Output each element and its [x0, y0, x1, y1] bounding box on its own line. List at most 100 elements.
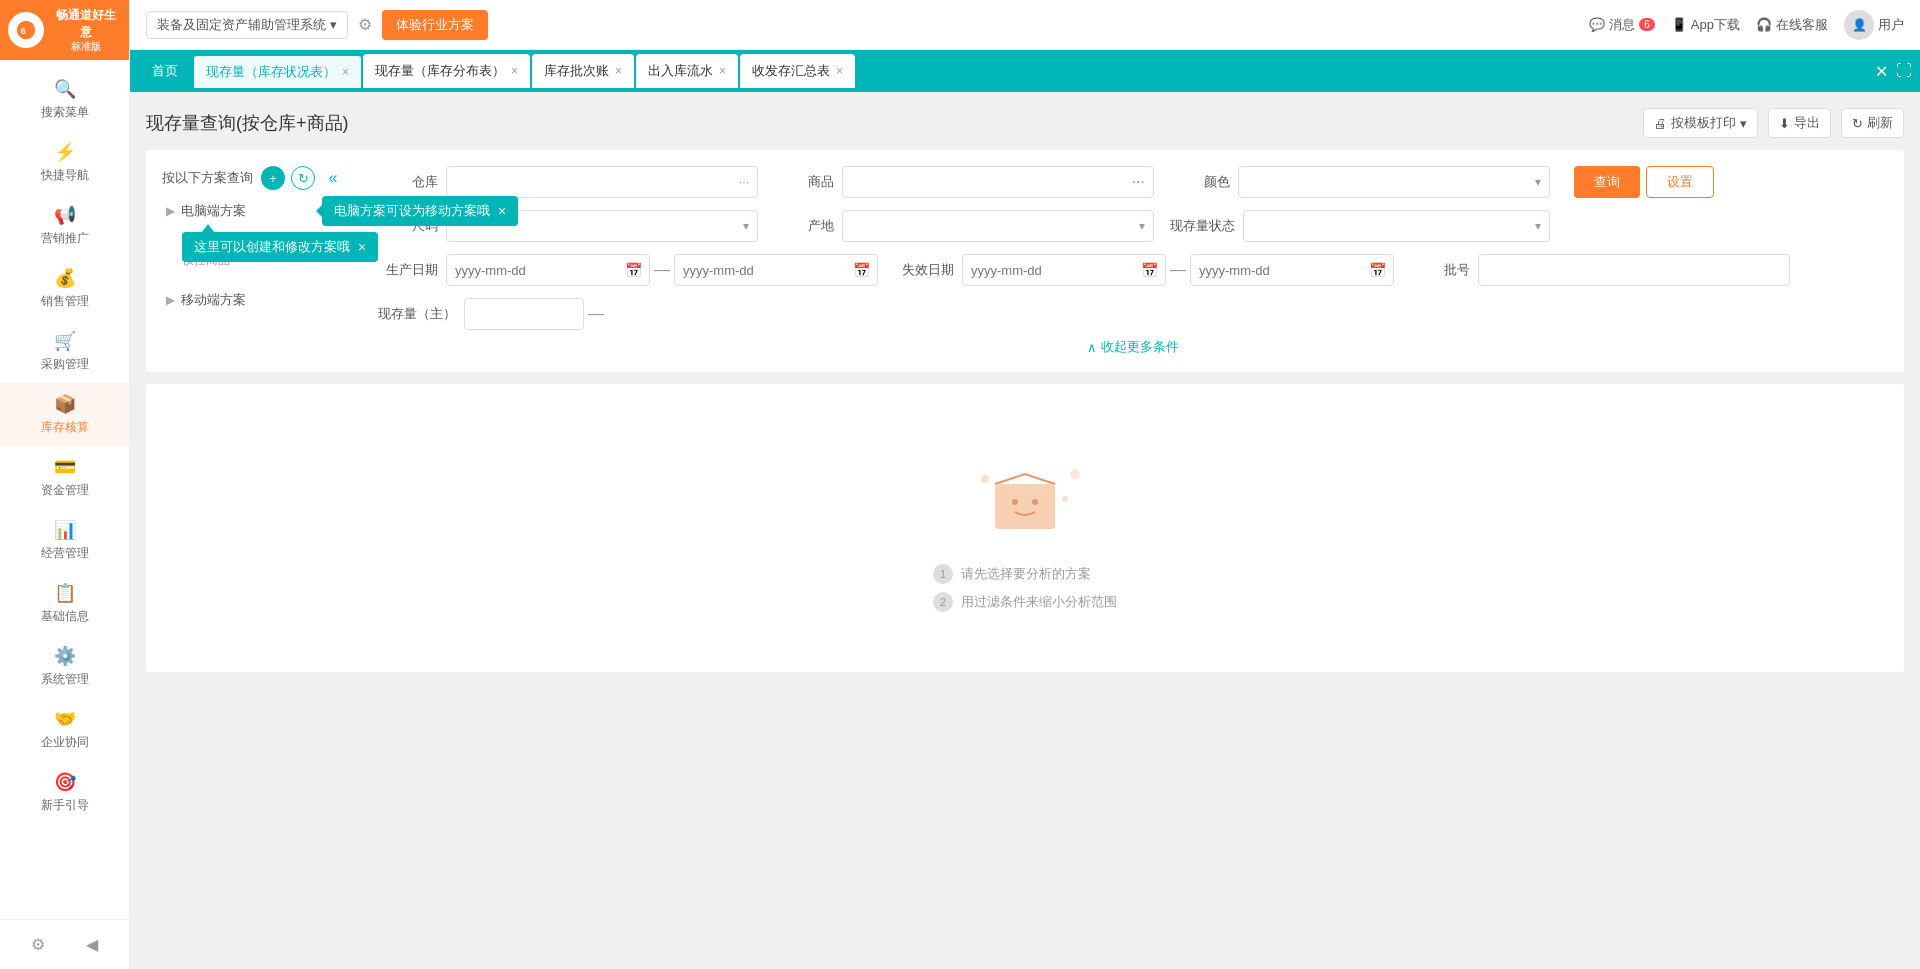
- sidebar-item-quick-nav[interactable]: ⚡ 快捷导航: [0, 131, 129, 194]
- goods-field: 商品 ···: [774, 166, 1154, 198]
- system-icon: ⚙️: [54, 645, 76, 667]
- sidebar-item-purchase[interactable]: 🛒 采购管理: [0, 320, 129, 383]
- goods-select[interactable]: ···: [842, 166, 1154, 198]
- online-service-item[interactable]: 🎧 在线客服: [1756, 16, 1828, 34]
- sales-icon: 💰: [54, 267, 76, 289]
- tab-collect-dist-close[interactable]: ×: [836, 64, 843, 78]
- sidebar-collapse-btn[interactable]: ◀: [86, 935, 98, 954]
- message-icon: 💬: [1589, 17, 1605, 32]
- pc-tooltip-close[interactable]: ×: [498, 203, 506, 219]
- sidebar-item-search[interactable]: 🔍 搜索菜单: [0, 68, 129, 131]
- tab-home[interactable]: 首页: [138, 56, 192, 86]
- sidebar-item-operations[interactable]: 📊 经营管理: [0, 509, 129, 572]
- tab-inventory-dist[interactable]: 现存量（库存分布表） ×: [363, 54, 530, 88]
- tab-bar: 首页 现存量（库存状况表） × 现存量（库存分布表） × 库存批次账 × 出入库…: [130, 50, 1920, 92]
- sidebar-item-guide[interactable]: 🎯 新手引导: [0, 761, 129, 824]
- tab-batch-ledger[interactable]: 库存批次账 ×: [532, 54, 634, 88]
- tab-inventory-dist-close[interactable]: ×: [511, 64, 518, 78]
- sidebar-settings-btn[interactable]: ⚙: [31, 935, 45, 954]
- messages-badge: 6: [1639, 18, 1655, 31]
- sidebar-item-finance[interactable]: 💳 资金管理: [0, 446, 129, 509]
- tab-bar-close-icon[interactable]: ✕: [1875, 62, 1888, 81]
- sidebar-item-sales[interactable]: 💰 销售管理: [0, 257, 129, 320]
- query-btn[interactable]: 查询: [1574, 166, 1640, 198]
- tab-in-out-flow-close[interactable]: ×: [719, 64, 726, 78]
- expire-date-to-input[interactable]: [1190, 254, 1394, 286]
- tab-in-out-flow-label: 出入库流水: [648, 62, 713, 80]
- prod-date-from-input[interactable]: [446, 254, 650, 286]
- batch-input[interactable]: [1478, 254, 1790, 286]
- operations-icon: 📊: [54, 519, 76, 541]
- print-icon: 🖨: [1654, 116, 1667, 131]
- collapse-icon: ∧: [1087, 340, 1097, 355]
- expire-date-from-icon[interactable]: 📅: [1141, 262, 1158, 278]
- stock-status-select[interactable]: ▾: [1243, 210, 1550, 242]
- back-scheme-btn[interactable]: «: [321, 166, 345, 190]
- pc-scheme-label: 电脑端方案: [181, 202, 246, 220]
- sidebar-item-enterprise[interactable]: 🤝 企业协同: [0, 698, 129, 761]
- edit-tooltip-container: 这里可以创建和修改方案哦 ×: [182, 232, 378, 262]
- sidebar-item-marketing[interactable]: 📢 营销推广: [0, 194, 129, 257]
- phone-icon: 📱: [1671, 17, 1687, 32]
- batch-label: 批号: [1410, 261, 1470, 279]
- prod-date-to-icon[interactable]: 📅: [853, 262, 870, 278]
- add-scheme-btn[interactable]: +: [261, 166, 285, 190]
- tab-inventory-status[interactable]: 现存量（库存状况表） ×: [194, 54, 361, 88]
- online-service-label: 在线客服: [1776, 16, 1828, 34]
- sidebar-item-inventory[interactable]: 📦 库存核算: [0, 383, 129, 446]
- collapse-btn[interactable]: ∧ 收起更多条件: [378, 330, 1888, 356]
- sidebar-item-system[interactable]: ⚙️ 系统管理: [0, 635, 129, 698]
- settings-icon[interactable]: ⚙: [358, 15, 372, 34]
- tab-inventory-status-close[interactable]: ×: [342, 65, 349, 79]
- refresh-btn[interactable]: ↻ 刷新: [1841, 108, 1904, 138]
- expire-date-sep: —: [1166, 261, 1190, 279]
- collapse-label: 收起更多条件: [1101, 338, 1179, 356]
- tab-bar-right: ✕ ⛶: [1875, 62, 1912, 81]
- expire-date-from-input[interactable]: [962, 254, 1166, 286]
- system-selector[interactable]: 装备及固定资产辅助管理系统 ▾: [146, 11, 348, 39]
- origin-label: 产地: [774, 217, 834, 235]
- system-name: 装备及固定资产辅助管理系统: [157, 16, 326, 34]
- print-btn[interactable]: 🖨 按模板打印 ▾: [1643, 108, 1758, 138]
- refresh-scheme-btn[interactable]: ↻: [291, 166, 315, 190]
- sidebar-item-basic-info[interactable]: 📋 基础信息: [0, 572, 129, 635]
- reset-btn[interactable]: 设置: [1646, 166, 1714, 198]
- tab-collect-dist[interactable]: 收发存汇总表 ×: [740, 54, 855, 88]
- tab-inventory-status-label: 现存量（库存状况表）: [206, 63, 336, 81]
- app-download-item[interactable]: 📱 App下载: [1671, 16, 1740, 34]
- warehouse-arrow: ···: [739, 175, 749, 189]
- prod-date-from-icon[interactable]: 📅: [625, 262, 642, 278]
- tab-batch-ledger-label: 库存批次账: [544, 62, 609, 80]
- tab-batch-ledger-close[interactable]: ×: [615, 64, 622, 78]
- sidebar-item-label: 基础信息: [41, 608, 89, 625]
- sidebar: 6 畅通道好生意 标准版 🔍 搜索菜单 ⚡ 快捷导航 📢 营销推广 💰 销售管理…: [0, 0, 130, 969]
- goods-label: 商品: [774, 173, 834, 191]
- stock-main-from-input[interactable]: [464, 298, 584, 330]
- pc-tooltip-text: 电脑方案可设为移动方案哦: [334, 202, 490, 220]
- tree-indent: ▶: [166, 204, 175, 218]
- color-select[interactable]: ▾: [1238, 166, 1550, 198]
- app-download-label: App下载: [1691, 16, 1740, 34]
- sidebar-item-label: 系统管理: [41, 671, 89, 688]
- prod-date-to-input[interactable]: [674, 254, 878, 286]
- prod-date-sep: —: [650, 261, 674, 279]
- print-arrow: ▾: [1740, 116, 1747, 131]
- prod-date-to-wrap: 📅: [674, 254, 878, 286]
- tree-indent-mobile: ▶: [166, 293, 175, 307]
- tab-in-out-flow[interactable]: 出入库流水 ×: [636, 54, 738, 88]
- industry-btn[interactable]: 体验行业方案: [382, 10, 488, 40]
- tab-bar-expand-icon[interactable]: ⛶: [1896, 62, 1912, 80]
- edit-tooltip-close[interactable]: ×: [358, 239, 366, 255]
- messages-item[interactable]: 💬 消息 6: [1589, 16, 1655, 34]
- warehouse-select[interactable]: ···: [446, 166, 758, 198]
- user-item[interactable]: 👤 用户: [1844, 10, 1904, 40]
- expire-date-to-icon[interactable]: 📅: [1369, 262, 1386, 278]
- svg-point-3: [1012, 499, 1018, 505]
- size-arrow: ▾: [743, 219, 749, 233]
- export-btn[interactable]: ⬇ 导出: [1768, 108, 1831, 138]
- pc-tooltip-container: 电脑方案可设为移动方案哦 ×: [322, 196, 518, 226]
- stock-main-label: 现存量（主）: [378, 305, 456, 323]
- page-content-area: 现存量查询(按仓库+商品) 🖨 按模板打印 ▾ ⬇ 导出 ↻ 刷新: [130, 92, 1920, 969]
- sidebar-nav: 🔍 搜索菜单 ⚡ 快捷导航 📢 营销推广 💰 销售管理 🛒 采购管理 📦 库存核…: [0, 60, 129, 919]
- origin-select[interactable]: ▾: [842, 210, 1154, 242]
